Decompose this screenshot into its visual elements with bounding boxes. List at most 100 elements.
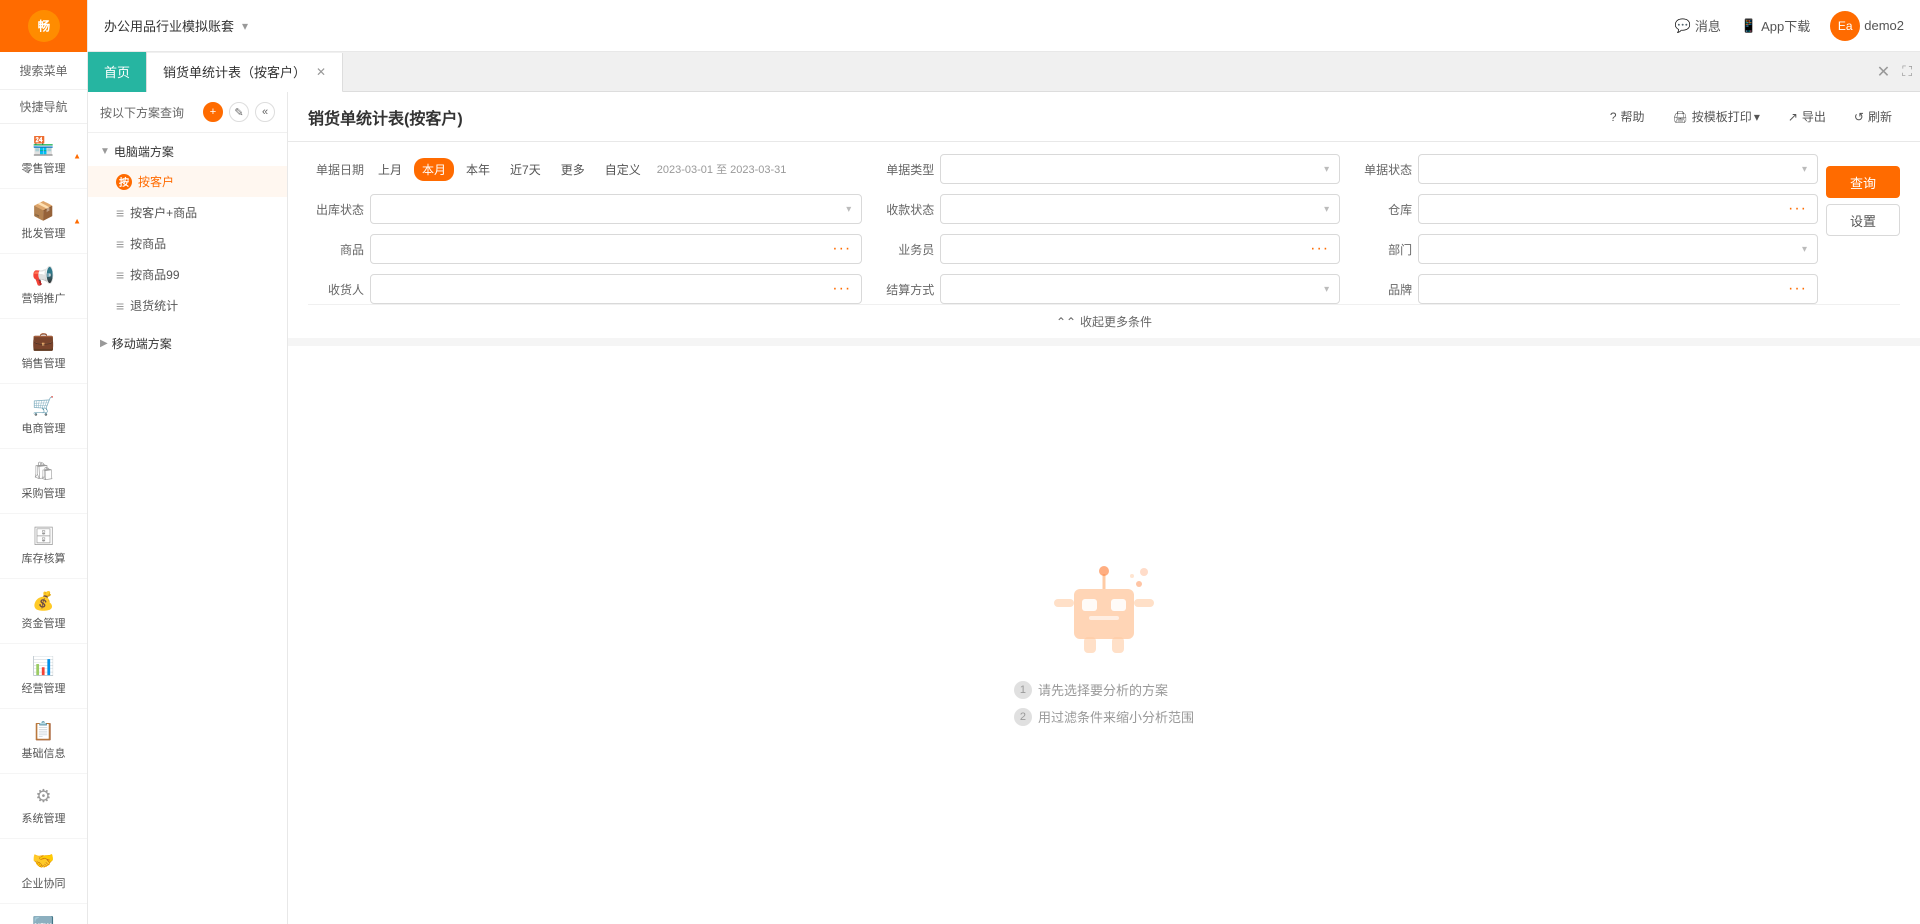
tab-home[interactable]: 首页 xyxy=(88,52,147,92)
sidebar-item-purchase[interactable]: 🛍 采购管理 xyxy=(0,449,87,514)
tip-2-text: 用过滤条件来缩小分析范围 xyxy=(1038,707,1194,726)
recipient-input[interactable]: ··· xyxy=(370,274,862,304)
sidebar-item-operations[interactable]: 📊 经营管理 xyxy=(0,644,87,709)
filter-row-goods: 商品 ··· 业务员 xyxy=(308,234,1818,264)
app-download-button[interactable]: 📱 App下载 xyxy=(1741,16,1810,35)
outbound-arrow-icon: ▾ xyxy=(846,204,851,215)
empty-illustration xyxy=(1044,544,1164,664)
print-dropdown-icon: ▾ xyxy=(1754,110,1760,124)
scheme-item-by-customer-goods[interactable]: ≡ 按客户+商品 xyxy=(88,197,287,228)
department-select[interactable]: ▾ xyxy=(1418,234,1818,264)
doc-type-cell: 单据类型 ▾ xyxy=(878,154,1356,184)
help-button[interactable]: ? 帮助 xyxy=(1602,104,1653,129)
by-goods-label: 按商品 xyxy=(130,235,166,252)
messages-button[interactable]: 💬 消息 xyxy=(1675,16,1721,35)
sidebar-item-ecommerce[interactable]: 🛒 电商管理 xyxy=(0,384,87,449)
scheme-desktop-section: ▼ 电脑端方案 按 按客户 ≡ 按客户+商品 ≡ 按商品 ≡ 按商品99 xyxy=(88,133,287,325)
warehouse-input[interactable]: ··· xyxy=(1418,194,1818,224)
sidebar-item-finance[interactable]: 💰 资金管理 xyxy=(0,579,87,644)
brand-input[interactable]: ··· xyxy=(1418,274,1818,304)
print-label: 按模板打印 ▾ xyxy=(1692,108,1760,125)
sidebar-item-basic[interactable]: 📋 基础信息 xyxy=(0,709,87,774)
brand-dots-icon: ··· xyxy=(1788,280,1807,298)
date-custom-btn[interactable]: 自定义 xyxy=(597,158,649,181)
main-content: 销货单统计表(按客户) ? 帮助 🖨 按模板打印 ▾ ↗ xyxy=(288,92,1920,924)
empty-tip-2: 2 用过滤条件来缩小分析范围 xyxy=(1014,707,1194,726)
date-year-btn[interactable]: 本年 xyxy=(458,158,498,181)
empty-tip-1: 1 请先选择要分析的方案 xyxy=(1014,680,1194,699)
operations-icon: 📊 xyxy=(32,656,54,677)
warehouse-label: 仓库 xyxy=(1356,201,1412,218)
tabbar: 首页 销货单统计表（按客户） ✕ ✕ ⛶ xyxy=(88,52,1920,92)
scheme-item-by-customer[interactable]: 按 按客户 xyxy=(88,166,287,197)
company-dropdown-icon[interactable]: ▾ xyxy=(242,19,248,33)
sidebar-item-wholesale[interactable]: 📦 批发管理 xyxy=(0,189,87,254)
scheme-collapse-button[interactable]: « xyxy=(255,102,275,122)
date-7days-btn[interactable]: 近7天 xyxy=(502,158,549,181)
scheme-mobile-section: ▶ 移动端方案 xyxy=(88,325,287,362)
sales-tab-label: 销货单统计表（按客户） xyxy=(163,62,306,81)
scheme-panel: 按以下方案查询 + ✎ « ▼ 电脑端方案 按 按客户 ≡ xyxy=(88,92,288,924)
goods-icon: ≡ xyxy=(116,236,124,252)
sidebar-search[interactable]: 搜索菜单 xyxy=(0,52,87,90)
goods-input[interactable]: ··· xyxy=(370,234,862,264)
by-customer-label: 按客户 xyxy=(138,173,174,190)
basic-icon: 📋 xyxy=(32,721,54,742)
settlement-select[interactable]: ▾ xyxy=(940,274,1340,304)
tab-close-all-icon[interactable]: ✕ xyxy=(1877,62,1890,82)
tab-maximize-icon[interactable]: ⛶ xyxy=(1902,63,1912,80)
sidebar-item-marketing[interactable]: 📢 营销推广 xyxy=(0,254,87,319)
date-current-month-btn[interactable]: 本月 xyxy=(414,158,454,181)
home-tab-label: 首页 xyxy=(104,62,130,81)
tab-sales-stats[interactable]: 销货单统计表（按客户） ✕ xyxy=(147,53,343,93)
date-more-btn[interactable]: 更多 xyxy=(553,158,593,181)
sidebar-item-retail[interactable]: 🏪 零售管理 xyxy=(0,124,87,189)
sidebar-item-sales[interactable]: 💼 销售管理 xyxy=(0,319,87,384)
sidebar-item-inventory[interactable]: 🗄 库存核算 xyxy=(0,514,87,579)
scheme-item-by-goods[interactable]: ≡ 按商品 xyxy=(88,228,287,259)
doc-type-label: 单据类型 xyxy=(878,161,934,178)
date-prev-month-btn[interactable]: 上月 xyxy=(370,158,410,181)
filter-section: 单据日期 上月 本月 本年 近7天 更多 自定义 2023-03-01 至 20… xyxy=(288,142,1920,338)
retail-icon: 🏪 xyxy=(32,136,54,157)
brand-label: 品牌 xyxy=(1356,281,1412,298)
scheme-header: 按以下方案查询 + ✎ « xyxy=(88,92,287,133)
tip-1-number: 1 xyxy=(1014,681,1032,699)
tab-close-icon[interactable]: ✕ xyxy=(316,65,326,79)
print-button[interactable]: 🖨 按模板打印 ▾ xyxy=(1665,104,1768,129)
page-header: 销货单统计表(按客户) ? 帮助 🖨 按模板打印 ▾ ↗ xyxy=(288,92,1920,142)
sidebar-quick-nav[interactable]: 快捷导航 xyxy=(0,90,87,124)
collapse-bar[interactable]: ⌃⌃ 收起更多条件 xyxy=(308,304,1900,338)
scheme-item-return-stats[interactable]: ≡ 退货统计 xyxy=(88,290,287,321)
enterprise-icon: 🤝 xyxy=(32,851,54,872)
query-button[interactable]: 查询 xyxy=(1826,166,1900,198)
scheme-mobile-title[interactable]: ▶ 移动端方案 xyxy=(88,329,287,358)
sidebar-menu: 🏪 零售管理 📦 批发管理 📢 营销推广 💼 销售管理 🛒 电商管理 🛍 采购管… xyxy=(0,124,87,924)
settings-button[interactable]: 设置 xyxy=(1826,204,1900,236)
expand-arrow-icon: ▼ xyxy=(100,146,110,157)
salesperson-input[interactable]: ··· xyxy=(940,234,1340,264)
scheme-add-button[interactable]: + xyxy=(203,102,223,122)
avatar: Ea xyxy=(1830,11,1860,41)
refresh-button[interactable]: ↺ 刷新 xyxy=(1846,104,1900,129)
doc-type-select[interactable]: ▾ xyxy=(940,154,1340,184)
sidebar-item-enterprise[interactable]: 🤝 企业协同 xyxy=(0,839,87,904)
system-icon: ⚙ xyxy=(35,786,51,807)
sidebar-item-system[interactable]: ⚙ 系统管理 xyxy=(0,774,87,839)
warehouse-dots-icon: ··· xyxy=(1788,200,1807,218)
warehouse-cell: 仓库 ··· xyxy=(1356,194,1818,224)
scheme-title: 按以下方案查询 xyxy=(100,104,184,121)
doc-status-select[interactable]: ▾ xyxy=(1418,154,1818,184)
outbound-select[interactable]: ▾ xyxy=(370,194,862,224)
outbound-cell: 出库状态 ▾ xyxy=(308,194,878,224)
department-cell: 部门 ▾ xyxy=(1356,234,1818,264)
sidebar-item-newuser[interactable]: 🆕 新手引导 xyxy=(0,904,87,924)
payment-select[interactable]: ▾ xyxy=(940,194,1340,224)
scheme-item-by-goods-99[interactable]: ≡ 按商品99 xyxy=(88,259,287,290)
export-button[interactable]: ↗ 导出 xyxy=(1780,104,1834,129)
user-menu[interactable]: Ea demo2 xyxy=(1830,11,1904,41)
customer-goods-icon: ≡ xyxy=(116,205,124,221)
outbound-label: 出库状态 xyxy=(308,201,364,218)
scheme-edit-button[interactable]: ✎ xyxy=(229,102,249,122)
scheme-desktop-title[interactable]: ▼ 电脑端方案 xyxy=(88,137,287,166)
